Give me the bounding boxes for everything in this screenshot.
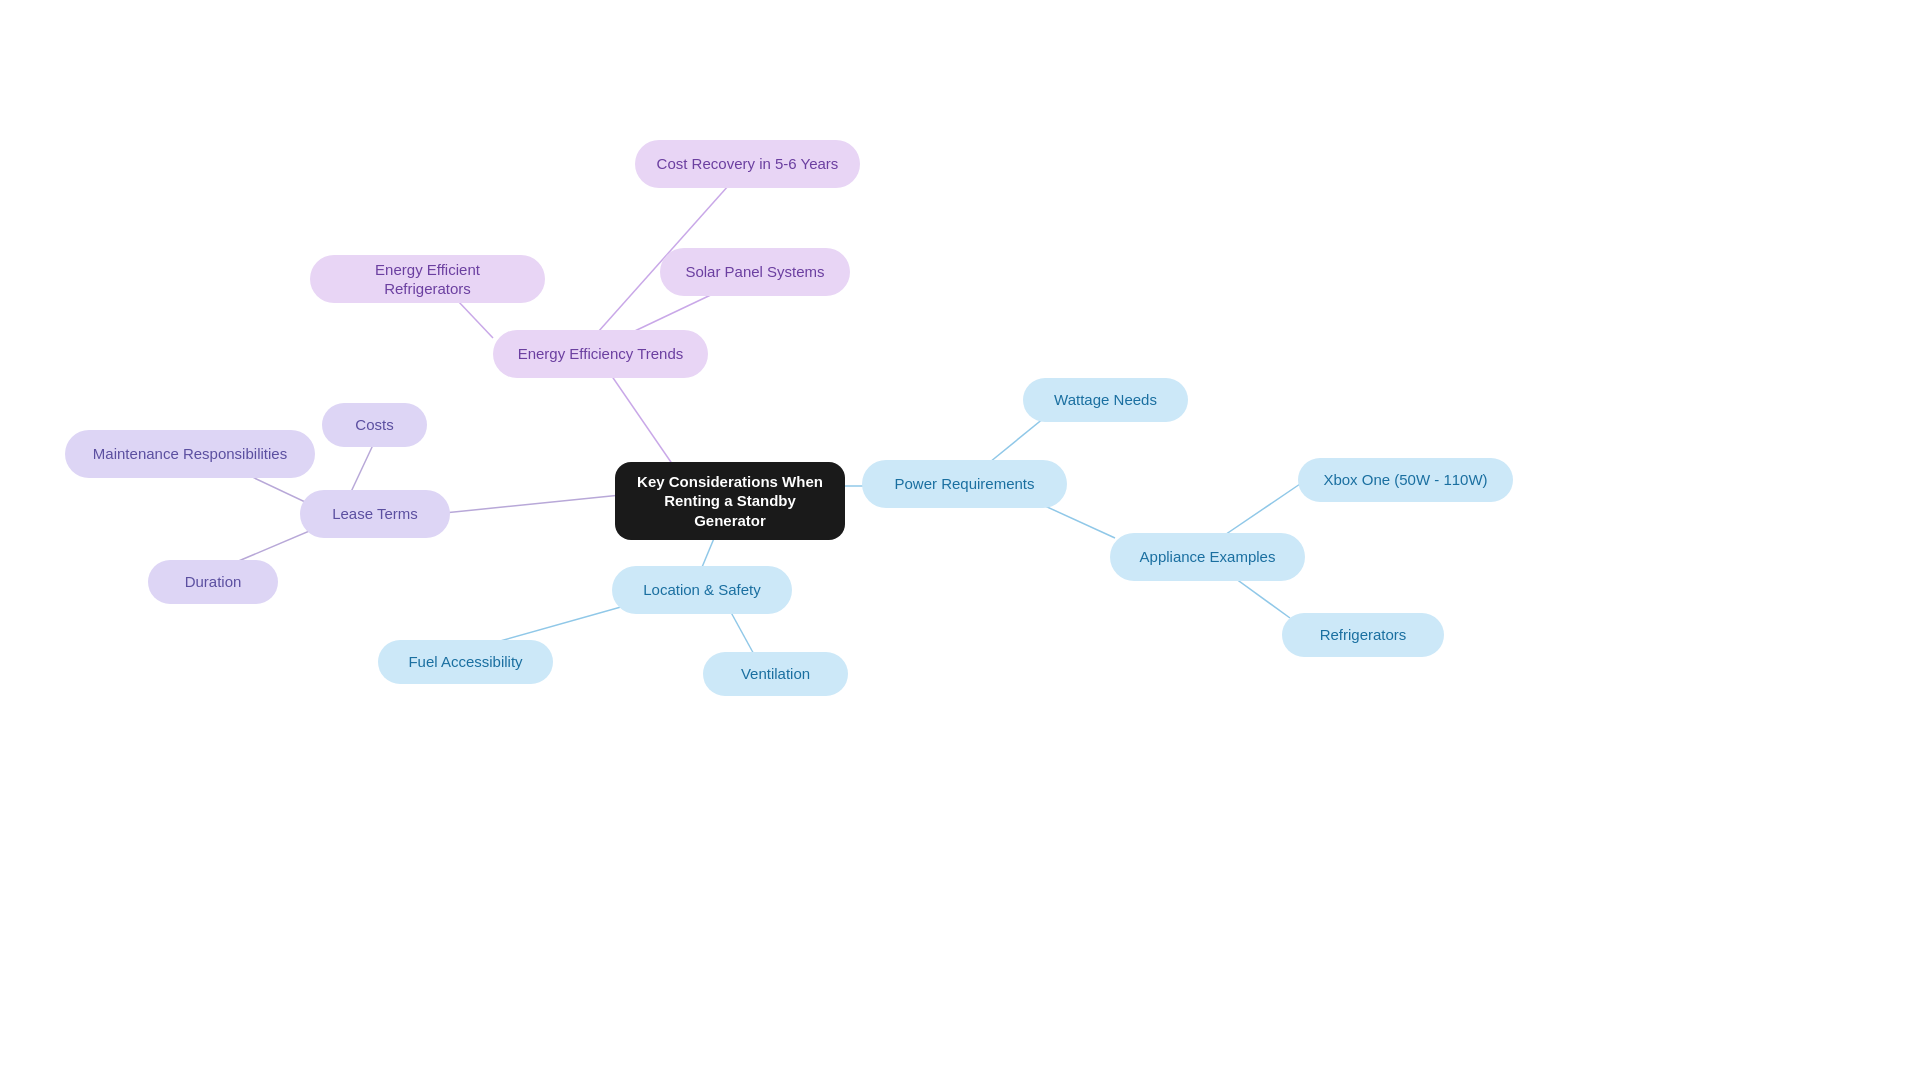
- location-safety-label: Location & Safety: [643, 580, 761, 600]
- refrigerators-label: Refrigerators: [1320, 625, 1407, 645]
- center-label: Key Considerations When Renting a Standb…: [635, 472, 825, 531]
- duration-node[interactable]: Duration: [148, 560, 278, 604]
- fuel-accessibility-node[interactable]: Fuel Accessibility: [378, 640, 553, 684]
- cost-recovery-label: Cost Recovery in 5-6 Years: [657, 154, 839, 174]
- refrigerators-node[interactable]: Refrigerators: [1282, 613, 1444, 657]
- ventilation-label: Ventilation: [741, 664, 810, 684]
- power-requirements-node[interactable]: Power Requirements: [862, 460, 1067, 508]
- lease-terms-node[interactable]: Lease Terms: [300, 490, 450, 538]
- wattage-needs-label: Wattage Needs: [1054, 390, 1157, 410]
- energy-efficient-refrigerators-node[interactable]: Energy Efficient Refrigerators: [310, 255, 545, 303]
- solar-panel-systems-label: Solar Panel Systems: [685, 262, 824, 282]
- fuel-accessibility-label: Fuel Accessibility: [408, 652, 522, 672]
- duration-label: Duration: [185, 572, 242, 592]
- lease-terms-label: Lease Terms: [332, 504, 418, 524]
- maintenance-responsibilities-label: Maintenance Responsibilities: [93, 444, 287, 464]
- location-safety-node[interactable]: Location & Safety: [612, 566, 792, 614]
- costs-label: Costs: [355, 415, 393, 435]
- appliance-examples-node[interactable]: Appliance Examples: [1110, 533, 1305, 581]
- solar-panel-systems-node[interactable]: Solar Panel Systems: [660, 248, 850, 296]
- maintenance-responsibilities-node[interactable]: Maintenance Responsibilities: [65, 430, 315, 478]
- wattage-needs-node[interactable]: Wattage Needs: [1023, 378, 1188, 422]
- energy-efficiency-trends-node[interactable]: Energy Efficiency Trends: [493, 330, 708, 378]
- xbox-one-label: Xbox One (50W - 110W): [1323, 470, 1487, 490]
- power-requirements-label: Power Requirements: [894, 474, 1034, 494]
- energy-efficient-refrigerators-label: Energy Efficient Refrigerators: [330, 260, 525, 299]
- ventilation-node[interactable]: Ventilation: [703, 652, 848, 696]
- appliance-examples-label: Appliance Examples: [1140, 547, 1276, 567]
- xbox-one-node[interactable]: Xbox One (50W - 110W): [1298, 458, 1513, 502]
- energy-efficiency-trends-label: Energy Efficiency Trends: [518, 344, 684, 364]
- cost-recovery-node[interactable]: Cost Recovery in 5-6 Years: [635, 140, 860, 188]
- costs-node[interactable]: Costs: [322, 403, 427, 447]
- center-node: Key Considerations When Renting a Standb…: [615, 462, 845, 540]
